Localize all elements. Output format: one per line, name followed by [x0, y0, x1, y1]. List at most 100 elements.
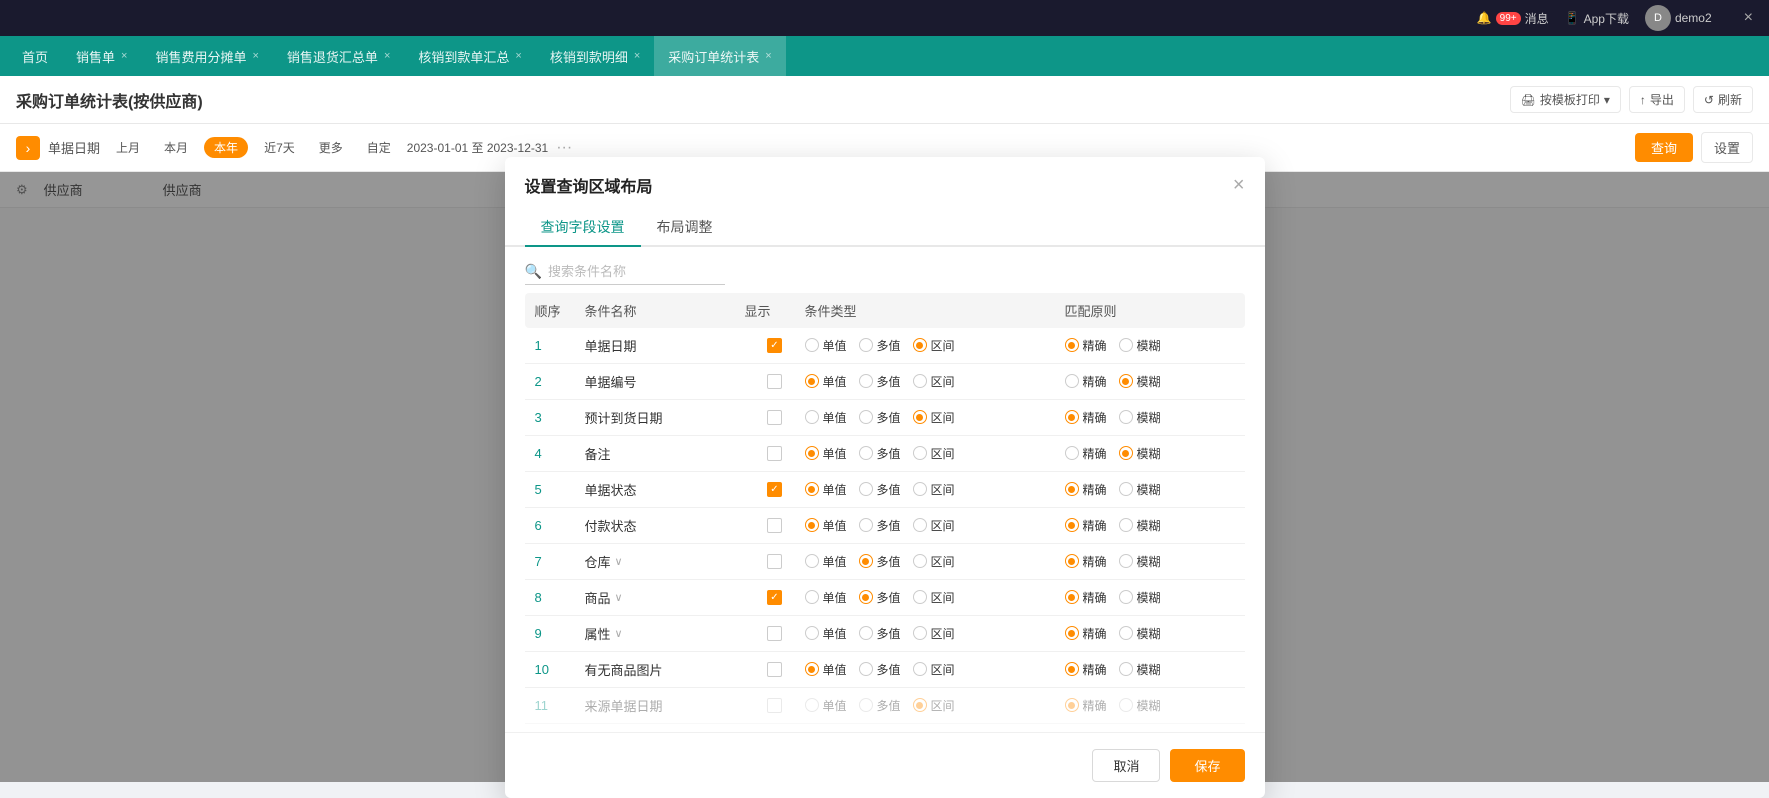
- match-exact[interactable]: 精确: [1065, 553, 1107, 570]
- match-fuzzy[interactable]: 模糊: [1119, 553, 1161, 570]
- user-menu[interactable]: D demo2: [1645, 5, 1712, 31]
- match-fuzzy[interactable]: 模糊: [1119, 517, 1161, 534]
- radio-range[interactable]: 区间: [913, 517, 955, 534]
- radio-range[interactable]: 区间: [913, 625, 955, 642]
- match-exact[interactable]: 精确: [1065, 697, 1107, 714]
- cancel-btn[interactable]: 取消: [1092, 749, 1160, 782]
- refresh-btn[interactable]: ↺ 刷新: [1693, 86, 1753, 113]
- match-fuzzy[interactable]: 模糊: [1119, 481, 1161, 498]
- set-btn[interactable]: 设置: [1701, 132, 1753, 163]
- nav-tab-sales[interactable]: 销售单 ×: [62, 36, 141, 76]
- row-display-toggle[interactable]: [745, 554, 805, 569]
- checkbox[interactable]: [767, 698, 782, 713]
- row-display-toggle[interactable]: [745, 626, 805, 641]
- date-option-7days[interactable]: 近7天: [256, 137, 303, 158]
- radio-range[interactable]: 区间: [913, 337, 955, 354]
- notification-btn[interactable]: 🔔 99+ 消息: [1477, 10, 1549, 27]
- row-display-toggle[interactable]: [745, 590, 805, 605]
- radio-multi[interactable]: 多值: [859, 445, 901, 462]
- match-exact[interactable]: 精确: [1065, 625, 1107, 642]
- radio-range[interactable]: 区间: [913, 661, 955, 678]
- match-fuzzy[interactable]: 模糊: [1119, 589, 1161, 606]
- checkbox[interactable]: [767, 626, 782, 641]
- search-input[interactable]: [548, 264, 708, 279]
- template-print-btn[interactable]: 🖨 按模板打印 ▾: [1510, 86, 1621, 113]
- radio-range[interactable]: 区间: [913, 481, 955, 498]
- save-btn[interactable]: 保存: [1170, 749, 1244, 782]
- match-fuzzy[interactable]: 模糊: [1119, 445, 1161, 462]
- nav-tab-expense[interactable]: 销售费用分摊单 ×: [141, 36, 272, 76]
- filter-toggle-btn[interactable]: ›: [16, 136, 40, 160]
- match-fuzzy[interactable]: 模糊: [1119, 697, 1161, 714]
- radio-multi[interactable]: 多值: [859, 553, 901, 570]
- nav-tab-return[interactable]: 销售退货汇总单 ×: [273, 36, 404, 76]
- radio-single[interactable]: 单值: [805, 481, 847, 498]
- radio-single[interactable]: 单值: [805, 373, 847, 390]
- close-tab-expense[interactable]: ×: [252, 50, 258, 62]
- checkbox[interactable]: [767, 518, 782, 533]
- row-display-toggle[interactable]: [745, 338, 805, 353]
- radio-single[interactable]: 单值: [805, 409, 847, 426]
- top-close-btn[interactable]: ×: [1744, 9, 1753, 27]
- radio-multi[interactable]: 多值: [859, 409, 901, 426]
- match-exact[interactable]: 精确: [1065, 409, 1107, 426]
- match-exact[interactable]: 精确: [1065, 373, 1107, 390]
- nav-tab-verify[interactable]: 核销到款单汇总 ×: [404, 36, 535, 76]
- radio-range[interactable]: 区间: [913, 373, 955, 390]
- radio-single[interactable]: 单值: [805, 625, 847, 642]
- app-download-btn[interactable]: 📱 App下载: [1565, 10, 1629, 27]
- row-display-toggle[interactable]: [745, 698, 805, 713]
- radio-single[interactable]: 单值: [805, 553, 847, 570]
- nav-tab-purchase[interactable]: 采购订单统计表 ×: [654, 36, 785, 76]
- row-display-toggle[interactable]: [745, 482, 805, 497]
- row-display-toggle[interactable]: [745, 662, 805, 677]
- match-exact[interactable]: 精确: [1065, 517, 1107, 534]
- radio-single[interactable]: 单值: [805, 445, 847, 462]
- match-fuzzy[interactable]: 模糊: [1119, 373, 1161, 390]
- radio-single[interactable]: 单值: [805, 697, 847, 714]
- radio-range[interactable]: 区间: [913, 445, 955, 462]
- match-fuzzy[interactable]: 模糊: [1119, 661, 1161, 678]
- checkbox[interactable]: [767, 410, 782, 425]
- match-exact[interactable]: 精确: [1065, 589, 1107, 606]
- match-fuzzy[interactable]: 模糊: [1119, 409, 1161, 426]
- nav-home[interactable]: 首页: [8, 36, 62, 76]
- radio-multi[interactable]: 多值: [859, 481, 901, 498]
- date-option-this-year[interactable]: 本年: [204, 137, 248, 158]
- dialog-close-btn[interactable]: ×: [1233, 175, 1245, 195]
- radio-multi[interactable]: 多值: [859, 337, 901, 354]
- radio-multi[interactable]: 多值: [859, 697, 901, 714]
- more-options-btn[interactable]: ···: [556, 139, 572, 157]
- close-tab-sales[interactable]: ×: [121, 50, 127, 62]
- export-btn[interactable]: ↑ 导出: [1629, 86, 1685, 113]
- row-display-toggle[interactable]: [745, 518, 805, 533]
- radio-range[interactable]: 区间: [913, 589, 955, 606]
- nav-tab-detail[interactable]: 核销到款明细 ×: [536, 36, 654, 76]
- match-exact[interactable]: 精确: [1065, 445, 1107, 462]
- close-tab-detail[interactable]: ×: [634, 50, 640, 62]
- radio-multi[interactable]: 多值: [859, 661, 901, 678]
- radio-single[interactable]: 单值: [805, 589, 847, 606]
- date-option-last-month[interactable]: 上月: [108, 137, 148, 158]
- close-tab-return[interactable]: ×: [384, 50, 390, 62]
- close-tab-purchase[interactable]: ×: [765, 50, 771, 62]
- date-option-more[interactable]: 更多: [311, 137, 351, 158]
- checkbox[interactable]: [767, 482, 782, 497]
- match-exact[interactable]: 精确: [1065, 337, 1107, 354]
- checkbox[interactable]: [767, 338, 782, 353]
- radio-range[interactable]: 区间: [913, 697, 955, 714]
- query-btn[interactable]: 查询: [1635, 133, 1693, 162]
- match-exact[interactable]: 精确: [1065, 481, 1107, 498]
- tab-layout-adjust[interactable]: 布局调整: [641, 209, 729, 247]
- checkbox[interactable]: [767, 446, 782, 461]
- radio-multi[interactable]: 多值: [859, 625, 901, 642]
- radio-multi[interactable]: 多值: [859, 517, 901, 534]
- radio-single[interactable]: 单值: [805, 517, 847, 534]
- checkbox[interactable]: [767, 662, 782, 677]
- row-display-toggle[interactable]: [745, 374, 805, 389]
- row-display-toggle[interactable]: [745, 410, 805, 425]
- tab-query-fields[interactable]: 查询字段设置: [525, 209, 641, 247]
- match-fuzzy[interactable]: 模糊: [1119, 337, 1161, 354]
- checkbox[interactable]: [767, 374, 782, 389]
- checkbox[interactable]: [767, 554, 782, 569]
